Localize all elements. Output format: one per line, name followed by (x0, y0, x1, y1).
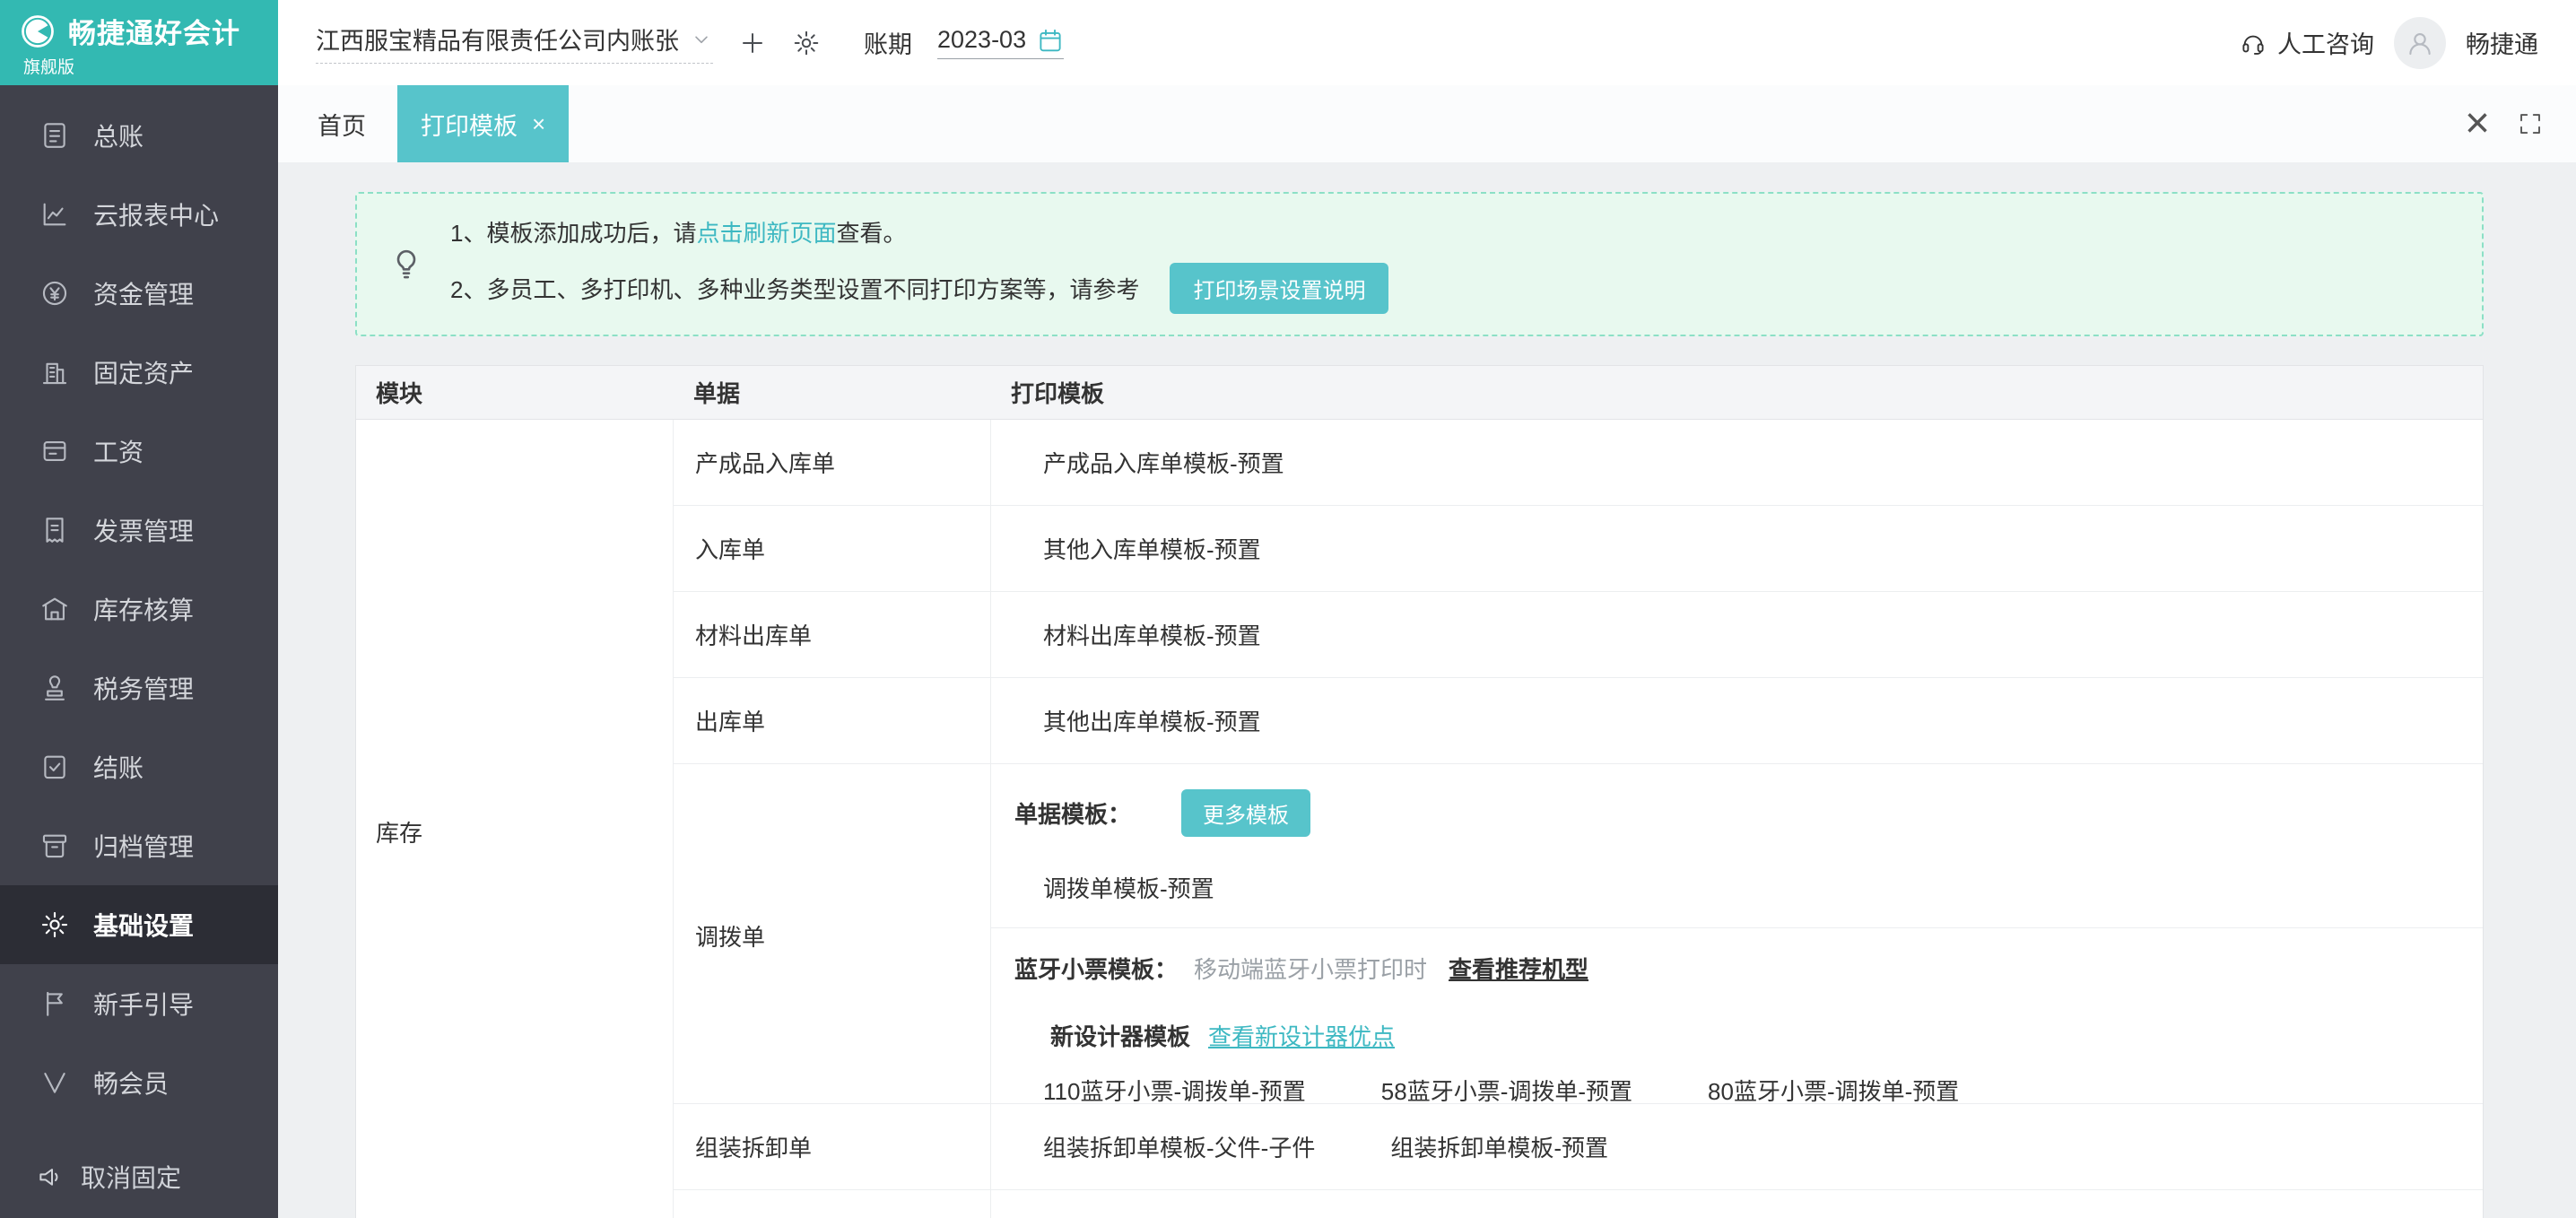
designer-benefits-link[interactable]: 查看新设计器优点 (1208, 1019, 1395, 1052)
sidebar: 畅捷通好会计 旗舰版 总账 云报表中心 资金管理 固定资产 工资 发票管理 库存… (0, 0, 278, 1218)
sidebar-item-inventory[interactable]: 库存核算 (0, 570, 278, 648)
plus-icon (743, 32, 762, 53)
unpin-sidebar-button[interactable]: 取消固定 (0, 1135, 278, 1218)
table-row: 材料出库单 材料出库单模板-预置 (674, 592, 2483, 678)
tab-close-icon[interactable]: × (532, 112, 545, 135)
notice-banner: 1、模板添加成功后，请 点击刷新页面 查看。 2、多员工、多打印机、多种业务类型设置… (355, 192, 2484, 336)
header-document: 单据 (693, 380, 741, 407)
notice-line-2: 2、多员工、多打印机、多种业务类型设置不同打印方案等，请参考 打印场景设置说明 (450, 262, 1389, 314)
settings-button[interactable] (792, 29, 821, 57)
table-row: 出库单 其他出库单模板-预置 (674, 678, 2483, 764)
notice-line-1: 1、模板添加成功后，请 点击刷新页面 查看。 (450, 215, 1388, 248)
tab-print-template[interactable]: 打印模板 × (397, 85, 570, 162)
doc-template-label: 单据模板： (1014, 801, 1132, 828)
user-icon (2409, 32, 2431, 55)
period-picker[interactable]: 2023-03 (937, 26, 1065, 59)
salary-icon (43, 441, 66, 461)
inventory-icon (42, 597, 67, 621)
table-row: 产成品入库单 产成品入库单模板-预置 (674, 420, 2483, 506)
sidebar-item-cloud-report[interactable]: 云报表中心 (0, 175, 278, 254)
sidebar-item-tax[interactable]: 税务管理 (0, 648, 278, 727)
fullscreen-button[interactable] (2517, 110, 2544, 137)
module-cell: 库存 (356, 420, 674, 1218)
sidebar-item-closing[interactable]: 结账 (0, 727, 278, 806)
table-row: 入库单 其他入库单模板-预置 (674, 506, 2483, 592)
print-scene-settings-button[interactable]: 打印场景设置说明 (1170, 262, 1389, 314)
headset-icon (2242, 35, 2264, 55)
member-icon (44, 1073, 65, 1093)
gear-icon (794, 30, 819, 55)
sidebar-item-general-ledger[interactable]: 总账 (0, 96, 278, 175)
company-selector[interactable]: 江西服宝精品有限责任公司内账张 (316, 22, 713, 64)
tabbar-actions: × (2432, 85, 2576, 162)
user-name[interactable]: 畅捷通 (2466, 25, 2538, 60)
main-area: 江西服宝精品有限责任公司内账张 账期 2023-03 人工咨询 畅捷通 首页 打… (278, 0, 2576, 1218)
logo-icon (18, 12, 57, 51)
more-templates-button[interactable]: 更多模板 (1181, 789, 1311, 837)
funds-icon (42, 281, 67, 306)
closing-icon (44, 755, 65, 779)
notice-text: 1、模板添加成功后，请 点击刷新页面 查看。 2、多员工、多打印机、多种业务类型设置… (450, 215, 1389, 314)
fullscreen-icon (2520, 114, 2540, 134)
sidebar-item-guide[interactable]: 新手引导 (0, 964, 278, 1043)
table-row-assembly: 组装拆卸单 组装拆卸单模板-父件-子件 组装拆卸单模板-预置 (674, 1104, 2483, 1190)
chevron-down-icon (695, 35, 708, 43)
tab-bar: 首页 打印模板 × × (278, 85, 2576, 162)
table-header: 模块 单据 打印模板 (356, 366, 2483, 420)
transfer-template-name: 调拨单模板-预置 (1043, 875, 1214, 902)
fixed-assets-icon (42, 362, 67, 385)
ledger-icon (44, 123, 65, 148)
guide-icon (47, 991, 63, 1016)
support-button[interactable]: 人工咨询 (2240, 25, 2374, 60)
topbar: 江西服宝精品有限责任公司内账张 账期 2023-03 人工咨询 畅捷通 (278, 0, 2576, 85)
app-window: 畅捷通好会计 旗舰版 总账 云报表中心 资金管理 固定资产 工资 发票管理 库存… (0, 0, 2576, 1218)
header-module: 模块 (376, 380, 423, 407)
unpin-icon (39, 1169, 58, 1186)
cloud-report-icon (43, 203, 66, 226)
sidebar-nav: 总账 云报表中心 资金管理 固定资产 工资 发票管理 库存核算 税务管理 结账 … (0, 85, 278, 1122)
sidebar-item-salary[interactable]: 工资 (0, 412, 278, 491)
company-name: 江西服宝精品有限责任公司内账张 (316, 28, 679, 55)
transfer-template-cell: 单据模板： 更多模板 调拨单模板-预置 蓝牙小票模板： 移动端蓝牙小票打印时 查… (991, 764, 2483, 1107)
bulb-icon (387, 246, 425, 283)
app-title: 畅捷通好会计 (68, 18, 240, 49)
calendar-icon (1040, 29, 1061, 51)
sidebar-item-fixed-assets[interactable]: 固定资产 (0, 333, 278, 412)
new-designer-label: 新设计器模板 (1050, 1023, 1191, 1050)
bluetooth-template-label: 蓝牙小票模板： (1014, 956, 1179, 983)
sidebar-item-basic-settings[interactable]: 基础设置 (0, 885, 278, 964)
page-content: 1、模板添加成功后，请 点击刷新页面 查看。 2、多员工、多打印机、多种业务类型设置… (278, 162, 2576, 1218)
sidebar-item-funds[interactable]: 资金管理 (0, 254, 278, 333)
cell-divider (991, 927, 2483, 928)
tab-home[interactable]: 首页 (278, 85, 397, 162)
sidebar-item-invoice[interactable]: 发票管理 (0, 491, 278, 570)
table-body: 库存 产成品入库单 产成品入库单模板-预置 入库单 其他入库单模板-预置 材料出… (356, 420, 2483, 1218)
bluetooth-template-desc: 移动端蓝牙小票打印时 (1194, 956, 1428, 983)
invoice-icon (46, 518, 64, 543)
topbar-right: 人工咨询 畅捷通 (2240, 16, 2538, 69)
print-template-table: 模块 单据 打印模板 库存 产成品入库单 产成品入库单模板-预置 入库单 其他入… (355, 365, 2484, 1218)
archive-icon (42, 834, 67, 858)
period-label: 账期 (864, 31, 912, 58)
table-row-partial (674, 1190, 2483, 1218)
refresh-page-link[interactable]: 点击刷新页面 (696, 215, 836, 248)
sidebar-item-archive[interactable]: 归档管理 (0, 806, 278, 885)
avatar[interactable] (2394, 16, 2446, 69)
settings-icon (41, 911, 68, 938)
period-value: 2023-03 (937, 26, 1027, 53)
sidebar-item-member[interactable]: 畅会员 (0, 1043, 278, 1122)
table-row-transfer: 调拨单 单据模板： 更多模板 调拨单模板-预置 蓝牙小票模板： 移动端蓝牙小票打… (674, 764, 2483, 1107)
app-edition: 旗舰版 (23, 58, 75, 77)
tax-icon (45, 675, 65, 700)
add-button[interactable] (738, 29, 767, 57)
header-template: 打印模板 (1011, 380, 1105, 407)
recommended-models-link[interactable]: 查看推荐机型 (1449, 952, 1588, 985)
close-icon[interactable]: × (2465, 102, 2490, 145)
app-logo: 畅捷通好会计 旗舰版 (0, 0, 278, 85)
bluetooth-template-list: 110蓝牙小票-调拨单-预置 58蓝牙小票-调拨单-预置 80蓝牙小票-调拨单-… (1043, 1078, 1960, 1105)
